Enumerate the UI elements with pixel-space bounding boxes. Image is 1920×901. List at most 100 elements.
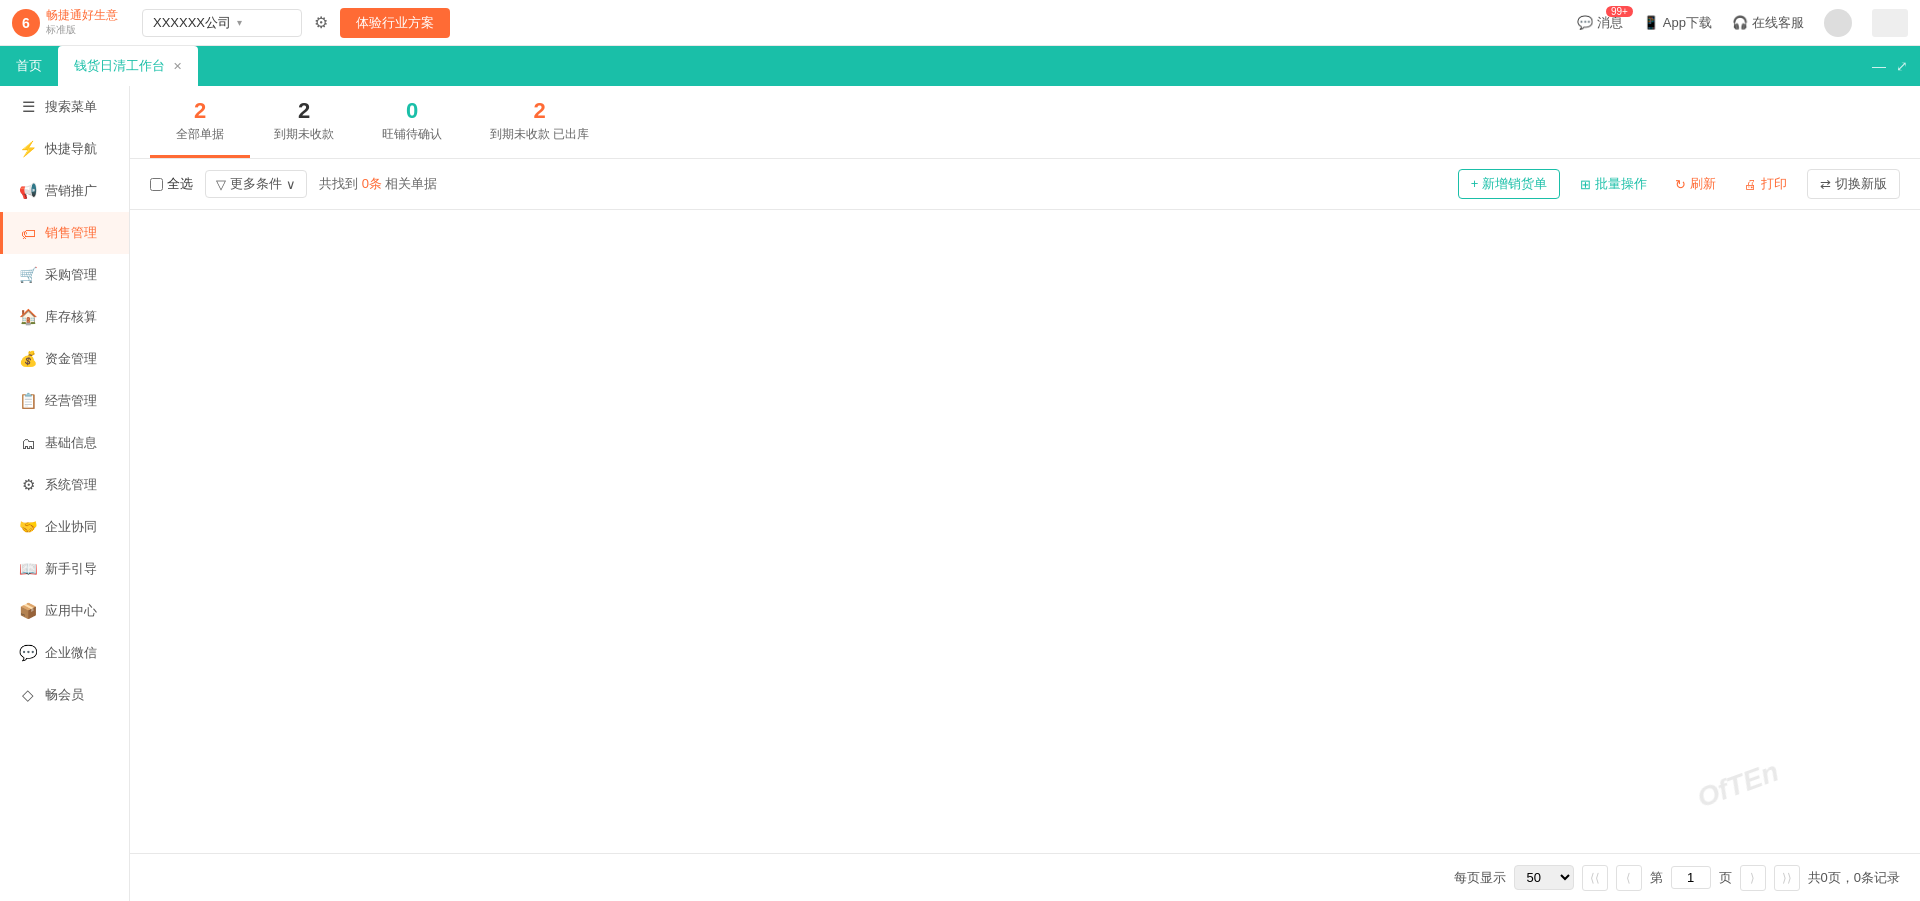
per-page-label: 每页显示 — [1454, 869, 1506, 887]
select-all-input[interactable] — [150, 178, 163, 191]
batch-op-btn[interactable]: ⊞ 批量操作 — [1572, 171, 1655, 197]
content-area: 2 全部单据 2 到期未收款 0 旺铺待确认 2 到期未收款 已出库 全选 — [130, 86, 1920, 901]
prev-page-btn[interactable]: ⟨ — [1616, 865, 1642, 891]
next-page-btn[interactable]: ⟩ — [1740, 865, 1766, 891]
sidebar-item-sales[interactable]: 🏷 销售管理 — [0, 212, 129, 254]
page-label: 第 — [1650, 869, 1663, 887]
tab-close-icon[interactable]: ✕ — [173, 60, 182, 73]
appstore-icon: 📦 — [19, 602, 37, 620]
found-text: 共找到 0条 相关单据 — [319, 175, 437, 193]
switch-icon: ⇄ — [1820, 177, 1831, 192]
stat-tab-wangpu[interactable]: 0 旺铺待确认 — [358, 86, 466, 158]
sidebar-item-inventory[interactable]: 🏠 库存核算 — [0, 296, 129, 338]
sidebar-item-operations[interactable]: 📋 经营管理 — [0, 380, 129, 422]
tab-bar: 首页 钱货日清工作台 ✕ — ⤢ — [0, 46, 1920, 86]
refresh-icon: ↻ — [1675, 177, 1686, 192]
stat-tab-overdue[interactable]: 2 到期未收款 — [250, 86, 358, 158]
sidebar-item-system[interactable]: ⚙ 系统管理 — [0, 464, 129, 506]
messages-badge: 99+ — [1606, 6, 1633, 17]
sidebar-item-collab[interactable]: 🤝 企业协同 — [0, 506, 129, 548]
basics-icon: 🗂 — [19, 435, 37, 452]
table-area — [130, 210, 1920, 853]
stat-wangpu-number: 0 — [406, 98, 418, 124]
online-service-btn[interactable]: 🎧 在线客服 — [1732, 14, 1804, 32]
tab-maximize-icon[interactable]: ⤢ — [1896, 58, 1908, 74]
total-label: 共0页，0条记录 — [1808, 869, 1900, 887]
stat-tab-shipped[interactable]: 2 到期未收款 已出库 — [466, 86, 613, 158]
phone-icon: 📱 — [1643, 15, 1659, 30]
sidebar-item-finance[interactable]: 💰 资金管理 — [0, 338, 129, 380]
company-name: XXXXXX公司 — [153, 14, 231, 32]
toolbar-right: + 新增销货单 ⊞ 批量操作 ↻ 刷新 🖨 打印 ⇄ 切换新版 — [1458, 169, 1900, 199]
stats-tabs: 2 全部单据 2 到期未收款 0 旺铺待确认 2 到期未收款 已出库 — [130, 86, 1920, 159]
sales-icon: 🏷 — [19, 225, 37, 242]
collab-icon: 🤝 — [19, 518, 37, 536]
pagination-bar: 每页显示 50 100 200 ⟨⟨ ⟨ 第 页 ⟩ ⟩⟩ 共0页，0条记录 — [130, 853, 1920, 901]
tab-bar-right: — ⤢ — [1872, 46, 1920, 86]
search-menu-icon: ☰ — [19, 98, 37, 116]
sidebar-item-wxwork[interactable]: 💬 企业微信 — [0, 632, 129, 674]
tab-minimize-icon[interactable]: — — [1872, 58, 1886, 74]
sidebar-item-search[interactable]: ☰ 搜索菜单 — [0, 86, 129, 128]
batch-icon: ⊞ — [1580, 177, 1591, 192]
headset-icon: 🎧 — [1732, 15, 1748, 30]
main-layout: ☰ 搜索菜单 ⚡ 快捷导航 📢 营销推广 🏷 销售管理 🛒 采购管理 🏠 库存核… — [0, 86, 1920, 901]
nav-icon: ⚡ — [19, 140, 37, 158]
system-icon: ⚙ — [19, 476, 37, 494]
stat-wangpu-label: 旺铺待确认 — [382, 126, 442, 143]
last-page-btn[interactable]: ⟩⟩ — [1774, 865, 1800, 891]
switch-version-btn[interactable]: ⇄ 切换新版 — [1807, 169, 1900, 199]
sidebar-item-nav[interactable]: ⚡ 快捷导航 — [0, 128, 129, 170]
app-download-btn[interactable]: 📱 App下载 — [1643, 14, 1712, 32]
per-page-select[interactable]: 50 100 200 — [1514, 865, 1574, 890]
inventory-icon: 🏠 — [19, 308, 37, 326]
avatar[interactable] — [1824, 9, 1852, 37]
refresh-btn[interactable]: ↻ 刷新 — [1667, 171, 1724, 197]
marketing-icon: 📢 — [19, 182, 37, 200]
toolbar: 全选 ▽ 更多条件 ∨ 共找到 0条 相关单据 + 新增销货单 ⊞ 批量操作 ↻ — [130, 159, 1920, 210]
filter-btn[interactable]: ▽ 更多条件 ∨ — [205, 170, 307, 198]
company-selector[interactable]: XXXXXX公司 ▾ — [142, 9, 302, 37]
logo-text: 畅捷通好生意 标准版 — [46, 8, 118, 38]
operations-icon: 📋 — [19, 392, 37, 410]
filter-icon: ▽ — [216, 177, 226, 192]
select-all-checkbox[interactable]: 全选 — [150, 175, 193, 193]
member-icon: ◇ — [19, 686, 37, 704]
tab-workbench[interactable]: 钱货日清工作台 ✕ — [58, 46, 198, 86]
sidebar-item-basics[interactable]: 🗂 基础信息 — [0, 422, 129, 464]
message-icon: 💬 — [1577, 15, 1593, 30]
stat-all-label: 全部单据 — [176, 126, 224, 143]
found-count: 0条 — [362, 176, 382, 191]
wxwork-icon: 💬 — [19, 644, 37, 662]
page-input[interactable] — [1671, 866, 1711, 889]
top-header: 6 畅捷通好生意 标准版 XXXXXX公司 ▾ ⚙ 体验行业方案 💬 消息 99… — [0, 0, 1920, 46]
sidebar-item-marketing[interactable]: 📢 营销推广 — [0, 170, 129, 212]
stat-shipped-number: 2 — [534, 98, 546, 124]
finance-icon: 💰 — [19, 350, 37, 368]
user-info[interactable] — [1872, 9, 1908, 37]
messages-btn[interactable]: 💬 消息 99+ — [1577, 14, 1623, 32]
filter-chevron-icon: ∨ — [286, 177, 296, 192]
new-sale-btn[interactable]: + 新增销货单 — [1458, 169, 1560, 199]
logo-area: 6 畅捷通好生意 标准版 — [12, 8, 142, 38]
stat-overdue-label: 到期未收款 — [274, 126, 334, 143]
trial-btn[interactable]: 体验行业方案 — [340, 8, 450, 38]
first-page-btn[interactable]: ⟨⟨ — [1582, 865, 1608, 891]
page-suffix: 页 — [1719, 869, 1732, 887]
stat-overdue-number: 2 — [298, 98, 310, 124]
sidebar-item-guide[interactable]: 📖 新手引导 — [0, 548, 129, 590]
header-right: 💬 消息 99+ 📱 App下载 🎧 在线客服 — [1577, 9, 1908, 37]
purchase-icon: 🛒 — [19, 266, 37, 284]
tab-home[interactable]: 首页 — [0, 46, 58, 86]
settings-icon[interactable]: ⚙ — [314, 13, 328, 32]
sidebar-item-appstore[interactable]: 📦 应用中心 — [0, 590, 129, 632]
stat-all-number: 2 — [194, 98, 206, 124]
sidebar: ☰ 搜索菜单 ⚡ 快捷导航 📢 营销推广 🏷 销售管理 🛒 采购管理 🏠 库存核… — [0, 86, 130, 901]
print-btn[interactable]: 🖨 打印 — [1736, 171, 1795, 197]
chevron-down-icon: ▾ — [237, 17, 242, 28]
sidebar-item-member[interactable]: ◇ 畅会员 — [0, 674, 129, 716]
sidebar-item-purchase[interactable]: 🛒 采购管理 — [0, 254, 129, 296]
guide-icon: 📖 — [19, 560, 37, 578]
stat-tab-all[interactable]: 2 全部单据 — [150, 86, 250, 158]
stat-shipped-label: 到期未收款 已出库 — [490, 126, 589, 143]
